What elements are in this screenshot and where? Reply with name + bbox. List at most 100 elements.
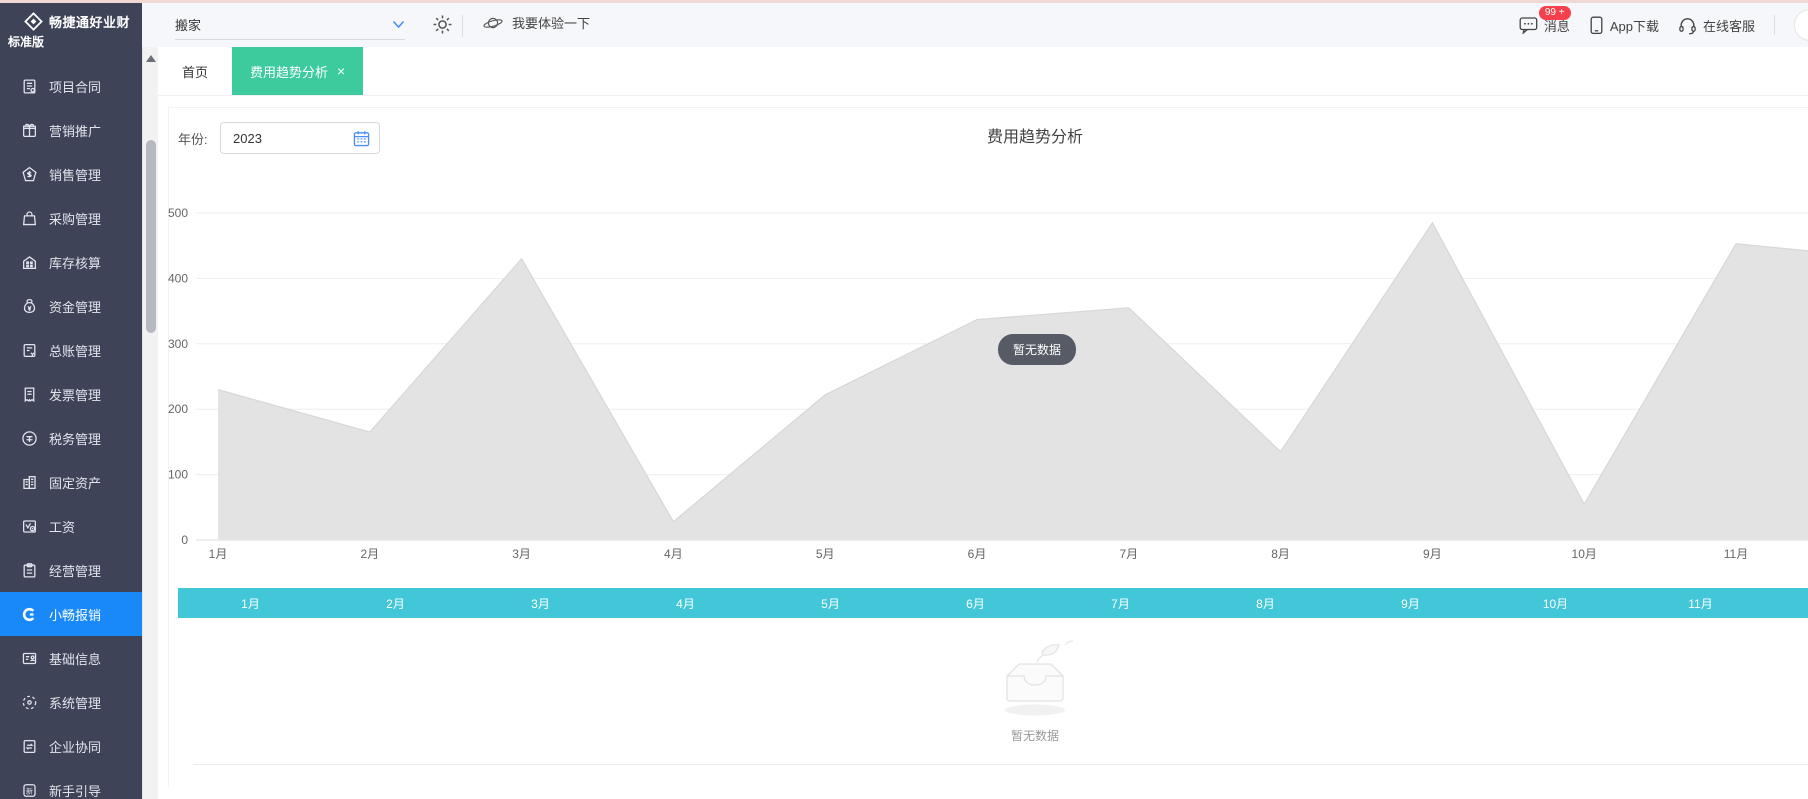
tabbar: 首页 费用趋势分析 × xyxy=(158,47,1808,96)
sidebar-item-label: 营销推广 xyxy=(49,123,102,139)
month-zoom-slider[interactable]: 1月2月3月4月5月6月7月8月9月10月11月12月 xyxy=(178,588,1808,618)
slider-month-9[interactable]: 9月 xyxy=(1338,588,1483,618)
brand-name: 畅捷通好业财 xyxy=(49,15,131,30)
svg-text:9月: 9月 xyxy=(1423,547,1442,561)
tax-icon xyxy=(21,430,38,447)
slider-month-3[interactable]: 3月 xyxy=(468,588,613,618)
svg-text:7月: 7月 xyxy=(1119,547,1138,561)
slider-month-5[interactable]: 5月 xyxy=(758,588,903,618)
chevron-down-icon xyxy=(392,20,405,29)
support-button[interactable]: 在线客服 xyxy=(1678,16,1755,35)
sidebar-item-basicinfo[interactable]: 基础信息 xyxy=(0,636,142,680)
settings-gear-icon[interactable] xyxy=(432,14,453,35)
svg-text:300: 300 xyxy=(168,337,188,351)
sidebar: 畅捷通好业财 标准版 项目合同营销推广销售管理采购管理库存核算资金管理总账管理发… xyxy=(0,0,142,799)
sidebar-item-system[interactable]: 系统管理 xyxy=(0,680,142,724)
slider-month-11[interactable]: 11月 xyxy=(1628,588,1773,618)
sidebar-item-tax[interactable]: 税务管理 xyxy=(0,416,142,460)
scrollbar-thumb[interactable] xyxy=(146,140,156,333)
sidebar-item-label: 销售管理 xyxy=(49,167,102,183)
sidebar-header: 畅捷通好业财 标准版 xyxy=(0,0,142,56)
slider-month-12[interactable]: 12月 xyxy=(1773,588,1808,618)
svg-text:4月: 4月 xyxy=(664,547,683,561)
sidebar-item-label: 税务管理 xyxy=(49,431,102,447)
sidebar-item-collab[interactable]: 企业协同 xyxy=(0,724,142,768)
experience-label: 我要体验一下 xyxy=(512,16,591,31)
sidebar-item-contract[interactable]: 项目合同 xyxy=(0,64,142,108)
no-data-tooltip: 暂无数据 xyxy=(998,334,1077,365)
slider-month-7[interactable]: 7月 xyxy=(1048,588,1193,618)
brand-edition: 标准版 xyxy=(8,35,45,49)
contract-icon xyxy=(21,78,38,95)
sidebar-item-guide[interactable]: 新 新手引导 xyxy=(0,768,142,799)
slider-month-6[interactable]: 6月 xyxy=(903,588,1048,618)
calendar-icon[interactable] xyxy=(353,130,370,147)
vertical-scrollbar[interactable] xyxy=(142,47,158,799)
year-picker[interactable] xyxy=(220,122,380,154)
app-window: 畅捷通好业财 标准版 项目合同营销推广销售管理采购管理库存核算资金管理总账管理发… xyxy=(0,0,1808,799)
window-top-accent xyxy=(0,0,1808,3)
svg-text:11月: 11月 xyxy=(1724,547,1748,561)
svg-text:2月: 2月 xyxy=(360,547,379,561)
sidebar-menu: 项目合同营销推广销售管理采购管理库存核算资金管理总账管理发票管理税务管理固定资产… xyxy=(0,64,142,799)
sidebar-item-operations[interactable]: 经营管理 xyxy=(0,548,142,592)
sidebar-item-label: 采购管理 xyxy=(49,211,102,227)
sidebar-item-invoice[interactable]: 发票管理 xyxy=(0,372,142,416)
purchase-icon xyxy=(21,210,38,227)
message-bubble-icon xyxy=(1519,16,1538,34)
payroll-icon xyxy=(21,518,38,535)
svg-text:3月: 3月 xyxy=(512,547,531,561)
experience-button[interactable]: 我要体验一下 xyxy=(482,13,590,32)
svg-text:0: 0 xyxy=(181,533,188,547)
sidebar-item-label: 工资 xyxy=(49,519,76,535)
scrollbar-up-arrow-icon[interactable] xyxy=(146,55,156,62)
year-input[interactable] xyxy=(221,130,353,146)
operations-icon xyxy=(21,562,38,579)
sidebar-item-funds[interactable]: 资金管理 xyxy=(0,284,142,328)
brand-logo-icon xyxy=(24,12,43,31)
expense-logo-icon xyxy=(21,606,38,623)
sidebar-item-label: 资金管理 xyxy=(49,299,102,315)
sidebar-item-label: 企业协同 xyxy=(49,739,102,755)
tab-expense-trend[interactable]: 费用趋势分析 × xyxy=(232,47,364,95)
ledger-icon xyxy=(21,342,38,359)
svg-text:100: 100 xyxy=(168,468,188,482)
sidebar-item-label: 发票管理 xyxy=(49,387,102,403)
sidebar-item-expense[interactable]: 小畅报销 xyxy=(0,592,142,636)
app-download-label: App下载 xyxy=(1609,18,1659,34)
sidebar-item-sales[interactable]: 销售管理 xyxy=(0,152,142,196)
sidebar-item-label: 新手引导 xyxy=(49,783,102,799)
slider-month-1[interactable]: 1月 xyxy=(178,588,323,618)
app-download-button[interactable]: App下载 xyxy=(1589,16,1659,35)
sidebar-item-assets[interactable]: 固定资产 xyxy=(0,460,142,504)
messages-button[interactable]: 消息 99 + xyxy=(1519,5,1571,35)
sidebar-item-label: 经营管理 xyxy=(49,563,102,579)
avatar[interactable] xyxy=(1794,9,1808,41)
sidebar-item-payroll[interactable]: 工资 xyxy=(0,504,142,548)
slider-month-10[interactable]: 10月 xyxy=(1483,588,1628,618)
topbar-divider xyxy=(462,15,463,37)
svg-text:500: 500 xyxy=(168,206,188,220)
slider-month-2[interactable]: 2月 xyxy=(323,588,468,618)
slider-month-8[interactable]: 8月 xyxy=(1193,588,1338,618)
empty-box-icon xyxy=(1005,640,1074,716)
workspace-select[interactable]: 搬家 xyxy=(175,10,405,40)
phone-icon xyxy=(1589,16,1604,35)
collaboration-icon xyxy=(21,738,38,755)
assets-icon xyxy=(21,474,38,491)
sidebar-item-inventory[interactable]: 库存核算 xyxy=(0,240,142,284)
close-tab-icon[interactable]: × xyxy=(337,64,345,78)
sidebar-item-purchase[interactable]: 采购管理 xyxy=(0,196,142,240)
support-label: 在线客服 xyxy=(1702,18,1755,34)
tab-home[interactable]: 首页 xyxy=(158,47,232,95)
sidebar-item-ledger[interactable]: 总账管理 xyxy=(0,328,142,372)
svg-text:10月: 10月 xyxy=(1572,547,1597,561)
headset-icon xyxy=(1678,16,1697,35)
sidebar-item-promotion[interactable]: 营销推广 xyxy=(0,108,142,152)
tab-home-label: 首页 xyxy=(182,64,209,80)
svg-text:200: 200 xyxy=(168,402,188,416)
sidebar-item-label: 总账管理 xyxy=(49,343,102,359)
slider-month-4[interactable]: 4月 xyxy=(613,588,758,618)
svg-text:5月: 5月 xyxy=(816,547,835,561)
inventory-icon xyxy=(21,254,38,271)
